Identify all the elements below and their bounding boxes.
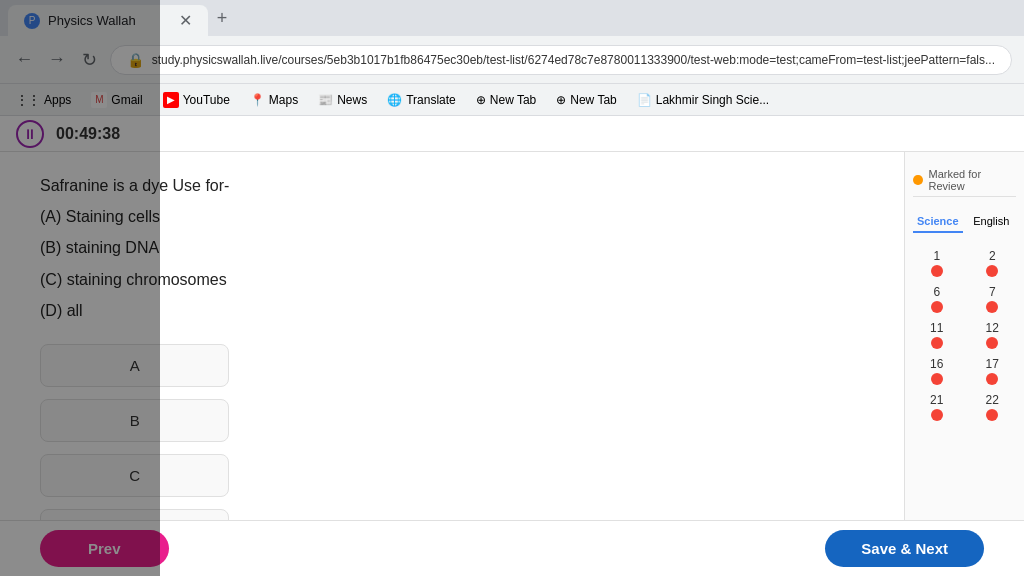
forward-button[interactable]: → [45,46,70,74]
marked-for-review-label: Marked for Review [929,168,1016,192]
q-dot-22 [986,409,998,421]
q-num-17[interactable]: 17 [969,357,1017,385]
gmail-label: Gmail [111,93,142,107]
newtab2-icon: ⊕ [556,93,566,107]
right-panel: Marked for Review Science English 1 2 [904,152,1024,520]
translate-icon: 🌐 [387,93,402,107]
option-b-text: (B) staining DNA [40,234,229,261]
q-num-21[interactable]: 21 [913,393,961,421]
q-dot-11 [931,337,943,349]
option-d-text: (D) all [40,297,229,324]
q-dot-17 [986,373,998,385]
q-num-22[interactable]: 22 [969,393,1017,421]
bookmark-youtube[interactable]: ▶ YouTube [155,90,238,110]
option-a-text: (A) Staining cells [40,203,229,230]
prev-button[interactable]: Prev [40,530,169,567]
refresh-button[interactable]: ↻ [77,46,102,74]
review-dot [913,175,923,185]
youtube-label: YouTube [183,93,230,107]
bookmark-newtab1[interactable]: ⊕ New Tab [468,91,544,109]
question-number-grid: 1 2 6 7 11 [913,249,1016,421]
q-dot-12 [986,337,998,349]
q-dot-2 [986,265,998,277]
tab-close-btn[interactable]: ✕ [179,11,192,30]
url-text: study.physicswallah.live/courses/5eb3b10… [152,53,995,67]
q-num-7[interactable]: 7 [969,285,1017,313]
q-dot-7 [986,301,998,313]
bookmark-apps[interactable]: ⋮⋮ Apps [8,91,79,109]
q-num-6[interactable]: 6 [913,285,961,313]
q-num-11[interactable]: 11 [913,321,961,349]
translate-label: Translate [406,93,456,107]
apps-label: Apps [44,93,71,107]
q-dot-6 [931,301,943,313]
newtab1-label: New Tab [490,93,536,107]
q-dot-21 [931,409,943,421]
q-dot-1 [931,265,943,277]
tab-favicon: P [24,13,40,29]
tab-title: Physics Wallah [48,13,136,28]
review-header: Marked for Review [913,164,1016,197]
active-tab[interactable]: P Physics Wallah ✕ [8,5,208,36]
address-bar[interactable]: 🔒 study.physicswallah.live/courses/5eb3b… [110,45,1012,75]
answer-option-a[interactable]: A [40,344,229,387]
maps-icon: 📍 [250,93,265,107]
newtab1-icon: ⊕ [476,93,486,107]
bookmark-lakhmir[interactable]: 📄 Lakhmir Singh Scie... [629,91,777,109]
bookmark-news[interactable]: 📰 News [310,91,375,109]
back-button[interactable]: ← [12,46,37,74]
lock-icon: 🔒 [127,52,144,68]
news-label: News [337,93,367,107]
answer-option-b[interactable]: B [40,399,229,442]
new-tab-button[interactable]: + [208,4,236,32]
q-num-16[interactable]: 16 [913,357,961,385]
q-num-12[interactable]: 12 [969,321,1017,349]
lakhmir-label: Lakhmir Singh Scie... [656,93,769,107]
bookmark-newtab2[interactable]: ⊕ New Tab [548,91,624,109]
maps-label: Maps [269,93,298,107]
bookmarks-bar: ⋮⋮ Apps M Gmail ▶ YouTube 📍 Maps 📰 News … [0,84,1024,116]
youtube-icon: ▶ [163,92,179,108]
q-num-2[interactable]: 2 [969,249,1017,277]
save-next-button[interactable]: Save & Next [825,530,984,567]
timer-display: 00:49:38 [56,125,120,143]
option-c-text: (C) staining chromosomes [40,266,229,293]
gmail-icon: M [91,92,107,108]
apps-icon: ⋮⋮ [16,93,40,107]
lakhmir-icon: 📄 [637,93,652,107]
answer-option-d[interactable]: D [40,509,229,520]
news-icon: 📰 [318,93,333,107]
timer-bar: ⏸ 00:49:38 [0,116,1024,152]
subject-tabs: Science English [913,211,1016,233]
bookmark-translate[interactable]: 🌐 Translate [379,91,464,109]
tab-english[interactable]: English [967,211,1017,233]
tab-science[interactable]: Science [913,211,963,233]
bottom-bar: Prev Save & Next [0,520,1024,576]
answer-option-c[interactable]: C [40,454,229,497]
bookmark-maps[interactable]: 📍 Maps [242,91,306,109]
answer-options: A B C D [40,344,229,520]
main-content: Safranine is a dye Use for- (A) Staining… [0,152,1024,520]
bookmark-gmail[interactable]: M Gmail [83,90,150,110]
question-text: Safranine is a dye Use for- (A) Staining… [40,172,229,324]
pause-button[interactable]: ⏸ [16,120,44,148]
q-num-1[interactable]: 1 [913,249,961,277]
newtab2-label: New Tab [570,93,616,107]
navigation-bar: ← → ↻ 🔒 study.physicswallah.live/courses… [0,36,1024,84]
q-dot-16 [931,373,943,385]
question-area: Safranine is a dye Use for- (A) Staining… [0,152,904,520]
